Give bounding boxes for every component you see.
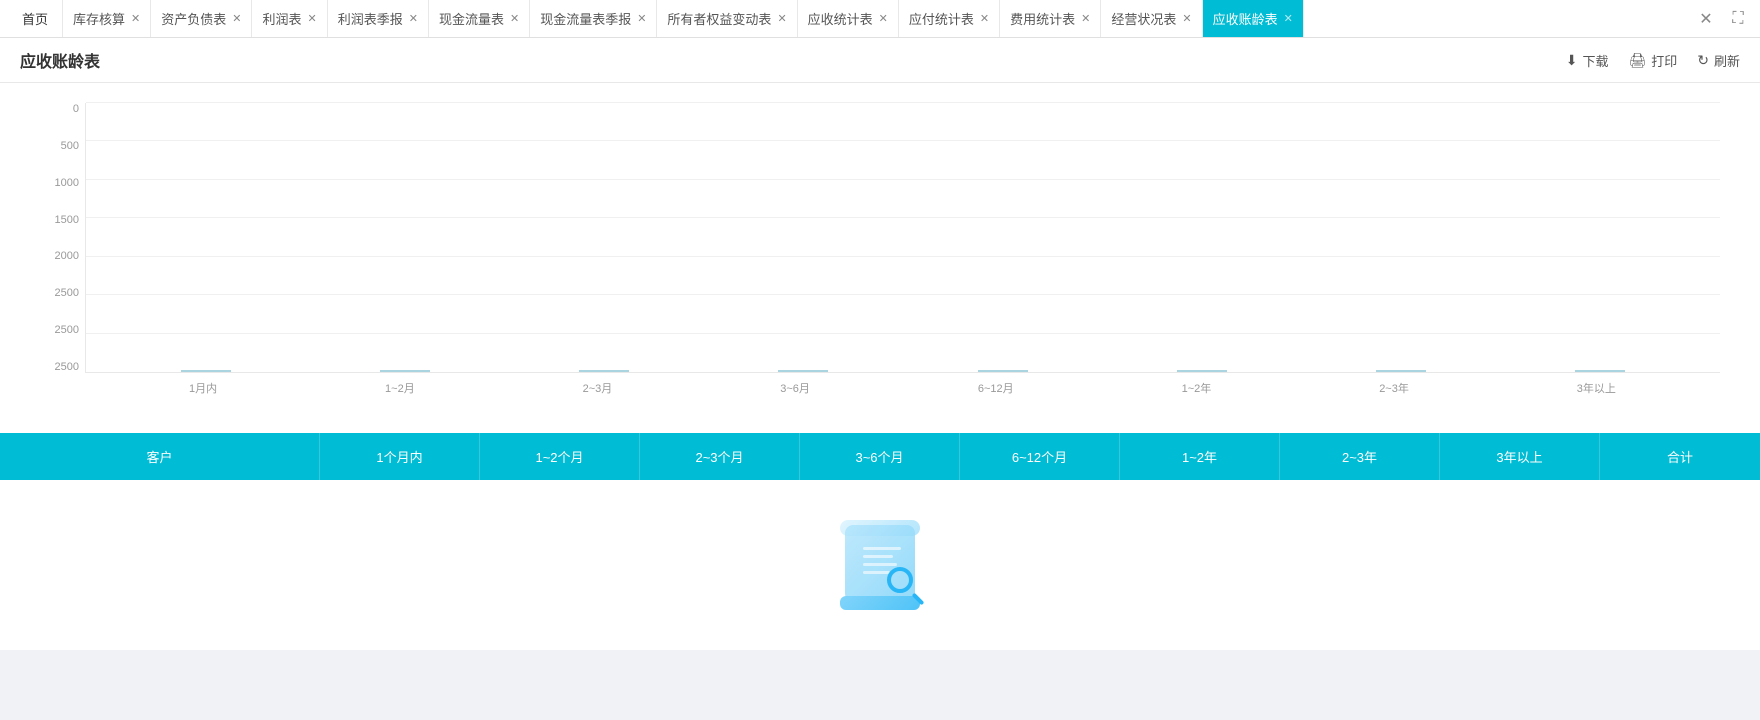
- line-1: [863, 547, 901, 550]
- bars-group: [86, 103, 1720, 372]
- page-header: 应收账龄表 ⬇ 下载 🖨 打印 ↻ 刷新: [0, 38, 1760, 83]
- chart-plot: [85, 103, 1720, 373]
- tab-close-balance-sheet[interactable]: ✕: [232, 12, 241, 25]
- col-header-3y-plus: 3年以上: [1440, 433, 1600, 480]
- bar-value-3年以上: [1575, 370, 1625, 372]
- refresh-button[interactable]: ↻ 刷新: [1697, 51, 1740, 70]
- tab-close-ar-stats[interactable]: ✕: [879, 12, 888, 25]
- bar-1-2月: [380, 370, 430, 372]
- col-header-total: 合计: [1600, 433, 1760, 480]
- line-3: [863, 563, 897, 566]
- chart-y-axis: 2500 2500 2500 2000 1500 1000 500 0: [40, 103, 85, 373]
- tab-close-expense-stats[interactable]: ✕: [1081, 12, 1090, 25]
- col-header-2-3y: 2~3年: [1280, 433, 1440, 480]
- tab-ar-stats[interactable]: 应收统计表 ✕: [798, 0, 899, 38]
- page-title: 应收账龄表: [20, 48, 100, 72]
- x-label-1: 1月内: [189, 380, 217, 396]
- tab-balance-sheet[interactable]: 资产负债表 ✕: [151, 0, 252, 38]
- close-window-button[interactable]: ✕: [1692, 5, 1720, 33]
- tab-close-equity[interactable]: ✕: [777, 12, 786, 25]
- bar-value-3-6月: [778, 370, 828, 372]
- bar-2-3月: [579, 370, 629, 372]
- table-header: 客户 1个月内 1~2个月 2~3个月 3~6个月 6~12个月 1~2年 2~…: [0, 433, 1760, 480]
- bar-6-12月: [978, 370, 1028, 372]
- print-icon: 🖨: [1628, 52, 1646, 69]
- tab-ar-aging[interactable]: 应收账龄表 ✕: [1203, 0, 1304, 38]
- refresh-icon: ↻: [1697, 52, 1709, 69]
- bar-value-2-3月: [579, 370, 629, 372]
- tab-equity[interactable]: 所有者权益变动表 ✕: [657, 0, 797, 38]
- bar-3年以上: [1575, 370, 1625, 372]
- tab-close-cashflow[interactable]: ✕: [510, 12, 519, 25]
- chart-container: 2500 2500 2500 2000 1500 1000 500 0: [40, 103, 1720, 403]
- empty-illustration: [835, 520, 925, 610]
- col-header-1m: 1个月内: [320, 433, 480, 480]
- col-header-6-12m: 6~12个月: [960, 433, 1120, 480]
- col-header-1-2m: 1~2个月: [480, 433, 640, 480]
- col-header-2-3m: 2~3个月: [640, 433, 800, 480]
- bar-value-1-2月: [380, 370, 430, 372]
- maximize-window-button[interactable]: ⛶: [1724, 5, 1752, 33]
- tab-cashflow-quarterly[interactable]: 现金流量表季报 ✕: [530, 0, 657, 38]
- tab-close-income-quarterly[interactable]: ✕: [409, 12, 418, 25]
- download-icon: ⬇: [1566, 52, 1578, 69]
- tab-income-quarterly[interactable]: 利润表季报 ✕: [328, 0, 429, 38]
- bar-value-6-12月: [978, 370, 1028, 372]
- bar-value-1月内: [181, 370, 231, 372]
- bar-value-1-2年: [1177, 370, 1227, 372]
- print-button[interactable]: 🖨 打印: [1628, 51, 1677, 70]
- main-content: 2500 2500 2500 2000 1500 1000 500 0: [0, 83, 1760, 650]
- window-controls: ✕ ⛶: [1692, 5, 1752, 33]
- tab-operations[interactable]: 经营状况表 ✕: [1101, 0, 1202, 38]
- line-4: [863, 571, 890, 574]
- tab-expense-stats[interactable]: 费用统计表 ✕: [1000, 0, 1101, 38]
- tab-inventory[interactable]: 库存核算 ✕: [63, 0, 151, 38]
- tab-close-inventory[interactable]: ✕: [131, 12, 140, 25]
- col-header-customer: 客户: [0, 433, 320, 480]
- tab-close-ap-stats[interactable]: ✕: [980, 12, 989, 25]
- col-header-1-2y: 1~2年: [1120, 433, 1280, 480]
- header-actions: ⬇ 下载 🖨 打印 ↻ 刷新: [1566, 51, 1740, 70]
- bar-1-2年: [1177, 370, 1227, 372]
- bar-1月内: [181, 370, 231, 372]
- tab-income[interactable]: 利润表 ✕: [252, 0, 327, 38]
- download-button[interactable]: ⬇ 下载: [1566, 51, 1609, 70]
- x-label-2: 1~2月: [385, 380, 415, 396]
- empty-state: [0, 480, 1760, 650]
- x-label-5: 6~12月: [978, 380, 1014, 396]
- tab-ap-stats[interactable]: 应付统计表 ✕: [899, 0, 1000, 38]
- tab-cashflow[interactable]: 现金流量表 ✕: [429, 0, 530, 38]
- line-2: [863, 555, 893, 558]
- x-label-7: 2~3年: [1379, 380, 1409, 396]
- x-label-6: 1~2年: [1182, 380, 1212, 396]
- chart-x-labels: 1月内 1~2月 2~3月 3~6月 6~12月 1~2年 2~3年 3年以上: [85, 373, 1720, 403]
- tab-close-operations[interactable]: ✕: [1182, 12, 1191, 25]
- bar-3-6月: [778, 370, 828, 372]
- x-label-4: 3~6月: [780, 380, 810, 396]
- tab-close-cashflow-quarterly[interactable]: ✕: [637, 12, 646, 25]
- chart-area: 2500 2500 2500 2000 1500 1000 500 0: [0, 83, 1760, 413]
- magnifier-icon: [887, 567, 925, 605]
- col-header-3-6m: 3~6个月: [800, 433, 960, 480]
- tab-bar: 首页 库存核算 ✕ 资产负债表 ✕ 利润表 ✕ 利润表季报 ✕ 现金流量表 ✕ …: [0, 0, 1760, 38]
- x-label-3: 2~3月: [583, 380, 613, 396]
- tab-close-income[interactable]: ✕: [308, 12, 317, 25]
- tab-home[interactable]: 首页: [8, 0, 63, 38]
- x-label-8: 3年以上: [1577, 380, 1616, 396]
- bar-2-3年: [1376, 370, 1426, 372]
- bar-value-2-3年: [1376, 370, 1426, 372]
- tab-close-ar-aging[interactable]: ✕: [1284, 12, 1293, 25]
